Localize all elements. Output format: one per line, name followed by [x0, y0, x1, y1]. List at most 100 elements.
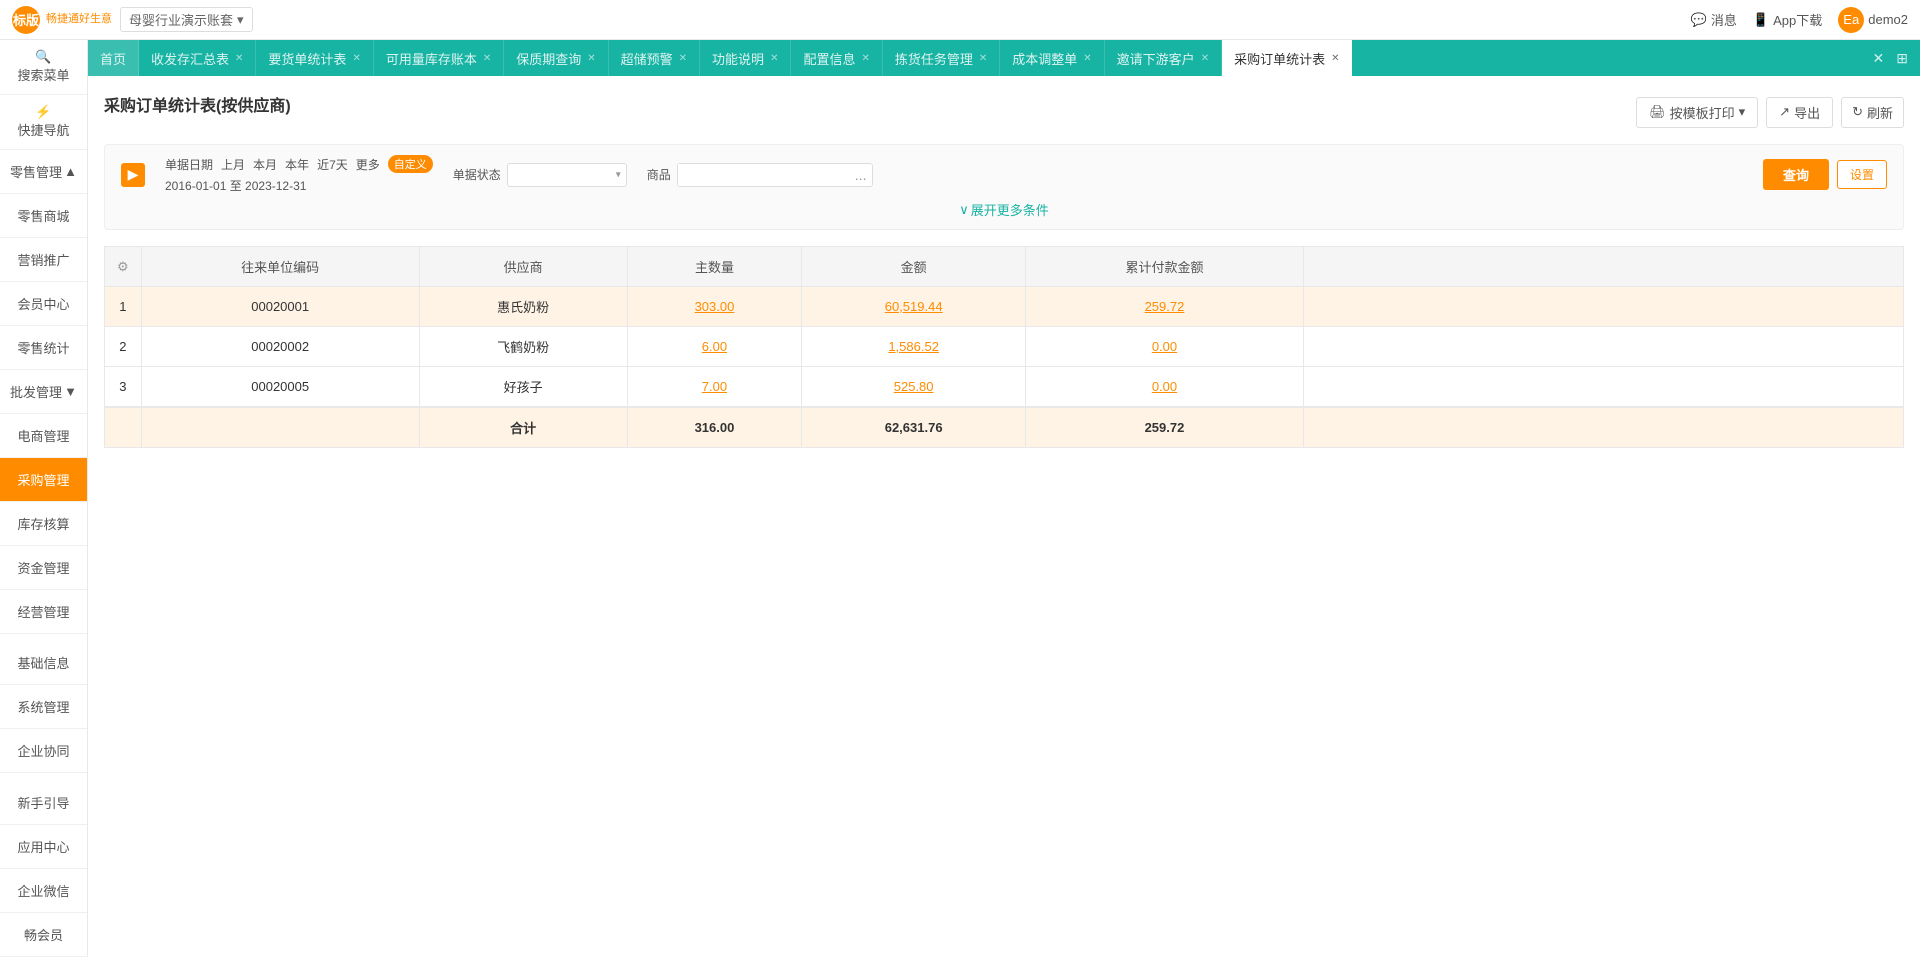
tab-home[interactable]: 首页	[88, 40, 139, 76]
row1-qty[interactable]: 303.00	[627, 287, 802, 327]
app-download-button[interactable]: 📱 App下载	[1753, 10, 1822, 29]
sidebar-item-app-center[interactable]: 应用中心	[0, 825, 87, 869]
quick-nav-icon: ⚡	[35, 104, 51, 120]
search-icon: 🔍	[35, 49, 51, 65]
row2-qty[interactable]: 6.00	[627, 327, 802, 367]
export-button[interactable]: ↗ 导出	[1766, 97, 1833, 128]
top-bar: 标版 畅捷通好生意 母婴行业演示账套 ▾ 💬 消息 📱 App下载 Ea dem…	[0, 0, 1920, 40]
tab-gongneng-label: 功能说明	[712, 49, 764, 68]
tab-close-icon[interactable]: ✕	[235, 53, 243, 64]
sidebar-item-operation[interactable]: 经营管理	[0, 590, 87, 634]
arrow-down-icon: ▼	[64, 384, 77, 399]
date-opt-this-year[interactable]: 本年	[285, 156, 309, 173]
row1-paid[interactable]: 259.72	[1025, 287, 1303, 327]
date-opt-this-month[interactable]: 本月	[253, 156, 277, 173]
date-opt-more[interactable]: 更多	[356, 156, 380, 173]
filter-toggle-button[interactable]: ▶	[121, 163, 145, 187]
sidebar-item-vip[interactable]: 畅会员	[0, 913, 87, 957]
sidebar-item-label: 新手引导	[17, 793, 69, 812]
sidebar-item-inventory[interactable]: 库存核算	[0, 502, 87, 546]
tab-gongneng[interactable]: 功能说明 ✕	[700, 40, 791, 76]
sidebar-item-quick[interactable]: ⚡ 快捷导航	[0, 95, 87, 150]
page-header-actions: 🖨 按模板打印 ▾ ↗ 导出 ↻ 刷新	[1636, 97, 1904, 128]
settings-button[interactable]: 设置	[1837, 160, 1887, 189]
row2-amount[interactable]: 1,586.52	[802, 327, 1026, 367]
tab-close-icon[interactable]: ✕	[1201, 53, 1209, 64]
tab-close-active-icon[interactable]: ✕	[1331, 53, 1339, 64]
tab-close-icon[interactable]: ✕	[770, 53, 778, 64]
sidebar-item-search[interactable]: 🔍 搜索菜单	[0, 40, 87, 95]
tab-caigou[interactable]: 采购订单统计表 ✕	[1222, 40, 1352, 76]
sidebar-item-retail-mall[interactable]: 零售商城	[0, 194, 87, 238]
table-row: 3 00020005 好孩子 7.00 525.80 0.00	[105, 367, 1904, 408]
row3-paid[interactable]: 0.00	[1025, 367, 1303, 408]
tab-close-icon[interactable]: ✕	[861, 53, 869, 64]
sidebar-item-retail-stat[interactable]: 零售统计	[0, 326, 87, 370]
refresh-icon: ↻	[1852, 104, 1863, 120]
print-label: 按模板打印	[1670, 103, 1735, 122]
sidebar-item-wholesale[interactable]: 批发管理 ▼	[0, 370, 87, 414]
table-footer-row: 合计 316.00 62,631.76 259.72	[105, 407, 1904, 448]
refresh-button[interactable]: ↻ 刷新	[1841, 97, 1904, 128]
sidebar-item-label: 基础信息	[17, 653, 69, 672]
sidebar-item-finance[interactable]: 资金管理	[0, 546, 87, 590]
sidebar-item-wechat[interactable]: 企业微信	[0, 869, 87, 913]
sidebar-item-member[interactable]: 会员中心	[0, 282, 87, 326]
tab-shoufa[interactable]: 收发存汇总表 ✕	[139, 40, 256, 76]
sidebar-item-purchase[interactable]: 采购管理	[0, 458, 87, 502]
query-button[interactable]: 查询	[1763, 159, 1829, 190]
tab-close-icon[interactable]: ✕	[352, 53, 360, 64]
goods-input[interactable]	[678, 164, 849, 186]
tab-close-icon[interactable]: ✕	[587, 53, 595, 64]
user-profile[interactable]: Ea demo2	[1838, 7, 1908, 33]
sidebar-item-enterprise[interactable]: 企业协同	[0, 729, 87, 773]
sidebar-item-label: 资金管理	[17, 558, 69, 577]
col-paid: 累计付款金额	[1025, 247, 1303, 287]
tab-keyong[interactable]: 可用量库存账本 ✕	[374, 40, 504, 76]
sidebar-item-ecommerce[interactable]: 电商管理	[0, 414, 87, 458]
message-label: 消息	[1711, 10, 1737, 29]
tab-tuohuo[interactable]: 拣货任务管理 ✕	[883, 40, 1000, 76]
tab-yaoqing[interactable]: 邀请下游客户 ✕	[1105, 40, 1222, 76]
tab-yaohuo[interactable]: 要货单统计表 ✕	[256, 40, 373, 76]
sidebar-item-newbie[interactable]: 新手引导	[0, 781, 87, 825]
tab-peizhi[interactable]: 配置信息 ✕	[791, 40, 882, 76]
sidebar-item-system[interactable]: 系统管理	[0, 685, 87, 729]
org-selector[interactable]: 母婴行业演示账套 ▾	[120, 7, 253, 32]
printer-icon: 🖨	[1649, 104, 1666, 120]
goods-input-dots-icon[interactable]: ...	[849, 167, 873, 183]
row2-paid[interactable]: 0.00	[1025, 327, 1303, 367]
logo-text: 畅捷通好生意	[46, 13, 112, 26]
filter-expand-button[interactable]: ∨ 展开更多条件	[959, 200, 1049, 219]
row3-idx: 3	[105, 367, 142, 408]
tab-close-icon[interactable]: ✕	[679, 53, 687, 64]
tab-chengben[interactable]: 成本调整单 ✕	[1000, 40, 1104, 76]
sidebar-item-label: 批发管理	[10, 382, 62, 401]
org-arrow-icon: ▾	[237, 12, 244, 28]
row3-amount[interactable]: 525.80	[802, 367, 1026, 408]
date-opt-last-month[interactable]: 上月	[221, 156, 245, 173]
tab-grid-button[interactable]: ⊞	[1892, 48, 1912, 69]
tab-close-icon[interactable]: ✕	[483, 53, 491, 64]
sidebar-item-marketing[interactable]: 营销推广	[0, 238, 87, 282]
tab-close-icon[interactable]: ✕	[979, 53, 987, 64]
tab-close-icon[interactable]: ✕	[1083, 53, 1091, 64]
tab-baozhiqi[interactable]: 保质期查询 ✕	[504, 40, 608, 76]
tab-chaochu[interactable]: 超储预警 ✕	[609, 40, 700, 76]
tab-close-all-button[interactable]: ✕	[1869, 48, 1889, 69]
sidebar-item-retail[interactable]: 零售管理 ▲	[0, 150, 87, 194]
row1-amount[interactable]: 60,519.44	[802, 287, 1026, 327]
page-content: 采购订单统计表(按供应商) 🖨 按模板打印 ▾ ↗ 导出 ↻ 刷新	[88, 76, 1920, 957]
sidebar-item-label: 零售商城	[17, 206, 69, 225]
row3-qty[interactable]: 7.00	[627, 367, 802, 408]
date-opt-7days[interactable]: 近7天	[317, 156, 348, 173]
sidebar-item-basic[interactable]: 基础信息	[0, 641, 87, 685]
sidebar: 🔍 搜索菜单 ⚡ 快捷导航 零售管理 ▲ 零售商城 营销推广 会员中心 零售统计…	[0, 40, 88, 957]
row2-idx: 2	[105, 327, 142, 367]
message-button[interactable]: 💬 消息	[1691, 10, 1737, 29]
custom-date-badge[interactable]: 自定义	[388, 155, 433, 173]
print-button[interactable]: 🖨 按模板打印 ▾	[1636, 97, 1758, 128]
status-select[interactable]: 全部 待审核 已审核 已作废	[507, 163, 627, 187]
gear-icon[interactable]: ⚙	[117, 259, 129, 274]
table-container: ⚙ 往来单位编码 供应商 主数量 金额 累计付款金额 1	[104, 246, 1904, 448]
